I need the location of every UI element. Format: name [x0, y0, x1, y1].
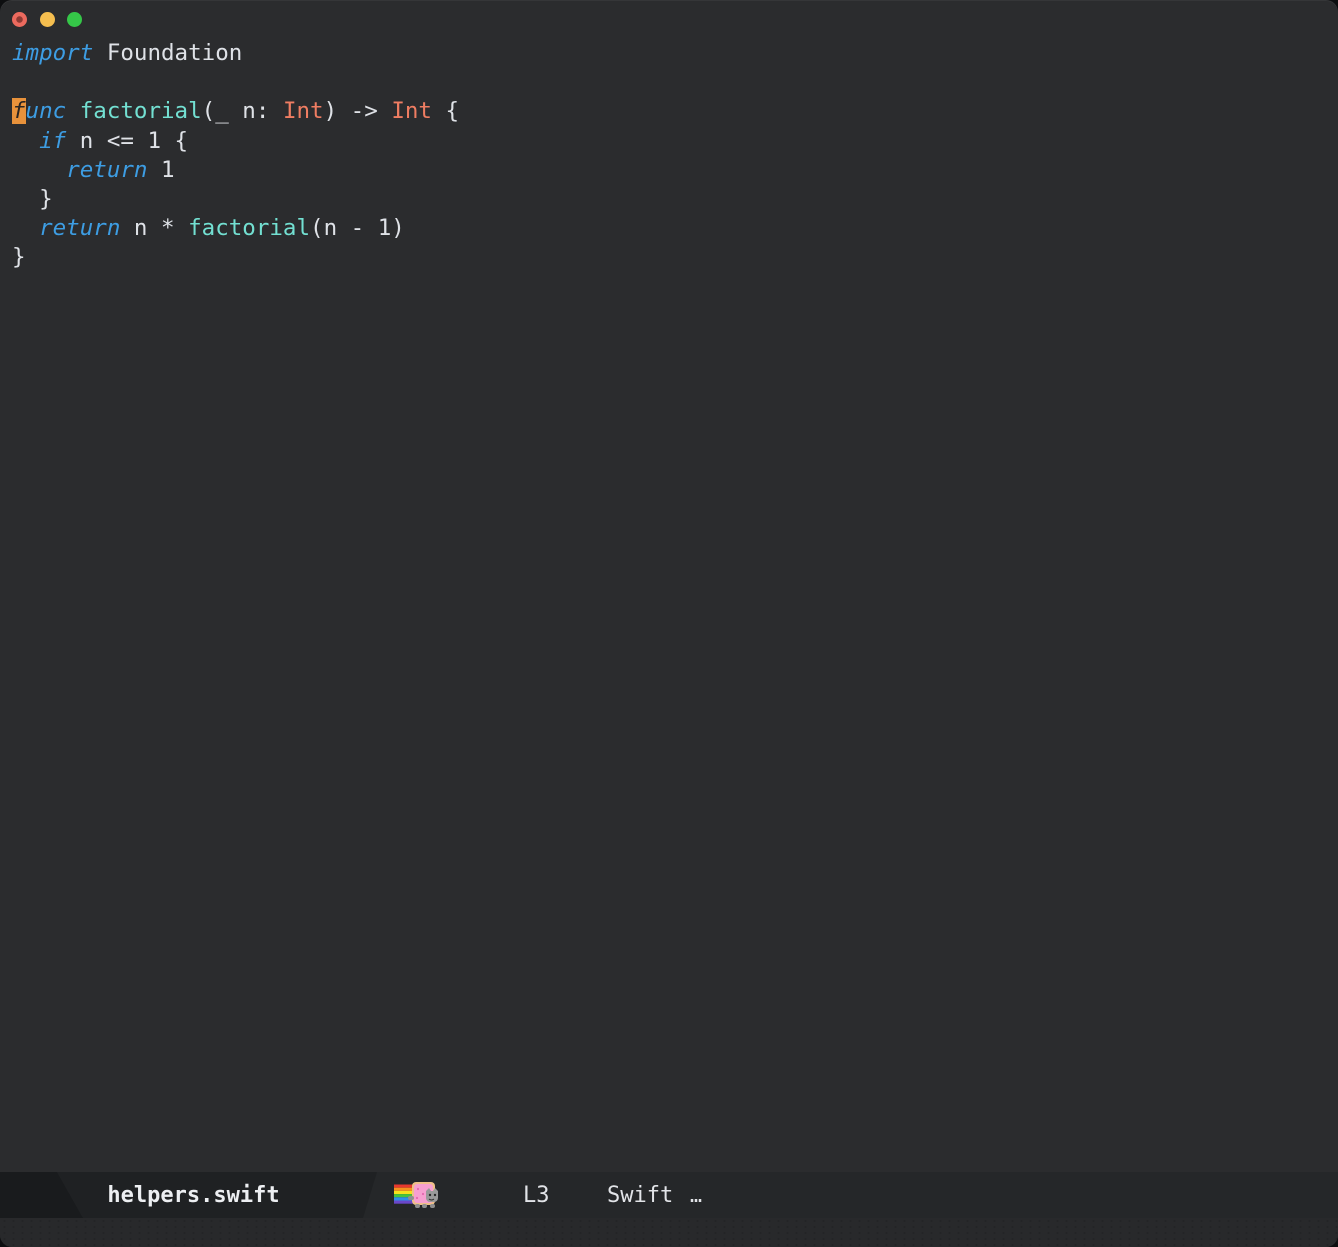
- cursor-line-indicator: L3: [523, 1182, 550, 1208]
- code-line[interactable]: }: [12, 243, 1338, 272]
- text-cursor: f: [12, 98, 26, 125]
- status-bar: helpers.swift L3 Swift …: [0, 1172, 1338, 1218]
- editor-window: import Foundation func factorial(_ n: In…: [0, 0, 1338, 1247]
- code-line[interactable]: }: [12, 185, 1338, 214]
- filename-label: helpers.swift: [107, 1182, 280, 1208]
- code-token: (_ n:: [201, 98, 283, 125]
- code-token: Int: [391, 98, 432, 125]
- code-token: ) ->: [323, 98, 392, 125]
- window-titlebar: [0, 0, 1338, 39]
- code-token: 1: [147, 156, 175, 183]
- code-token: unc: [25, 98, 67, 125]
- code-token: return: [39, 215, 121, 242]
- code-token: Foundation: [93, 40, 243, 66]
- code-token: n *: [120, 215, 189, 242]
- code-token: factorial: [79, 98, 202, 125]
- code-token: }: [12, 186, 53, 213]
- minimize-button[interactable]: [39, 12, 55, 27]
- code-line[interactable]: return 1: [12, 156, 1338, 185]
- code-line[interactable]: [12, 68, 1338, 97]
- window-bottom-strip: [0, 1218, 1338, 1247]
- zoom-button[interactable]: [67, 12, 82, 27]
- statusbar-overflow-ellipsis: …: [690, 1183, 703, 1207]
- code-token: (n - 1): [310, 215, 405, 242]
- code-token: return: [66, 156, 148, 183]
- code-line[interactable]: if n <= 1 {: [12, 127, 1338, 156]
- code-token: n <= 1 {: [66, 127, 189, 154]
- code-token: factorial: [188, 215, 311, 242]
- code-token: import: [12, 40, 94, 66]
- code-line[interactable]: return n * factorial(n - 1): [12, 214, 1338, 243]
- code-token: }: [12, 244, 26, 271]
- code-line[interactable]: import Foundation: [12, 39, 1338, 68]
- code-editor[interactable]: import Foundation func factorial(_ n: In…: [0, 39, 1338, 1172]
- code-token: if: [39, 127, 67, 154]
- code-token: {: [431, 98, 460, 125]
- nyan-cat-progress-icon: [394, 1182, 441, 1209]
- code-token: Int: [282, 98, 324, 125]
- close-button[interactable]: [12, 12, 27, 27]
- code-line[interactable]: func factorial(_ n: Int) -> Int {: [12, 97, 1338, 126]
- language-indicator: Swift: [607, 1182, 674, 1208]
